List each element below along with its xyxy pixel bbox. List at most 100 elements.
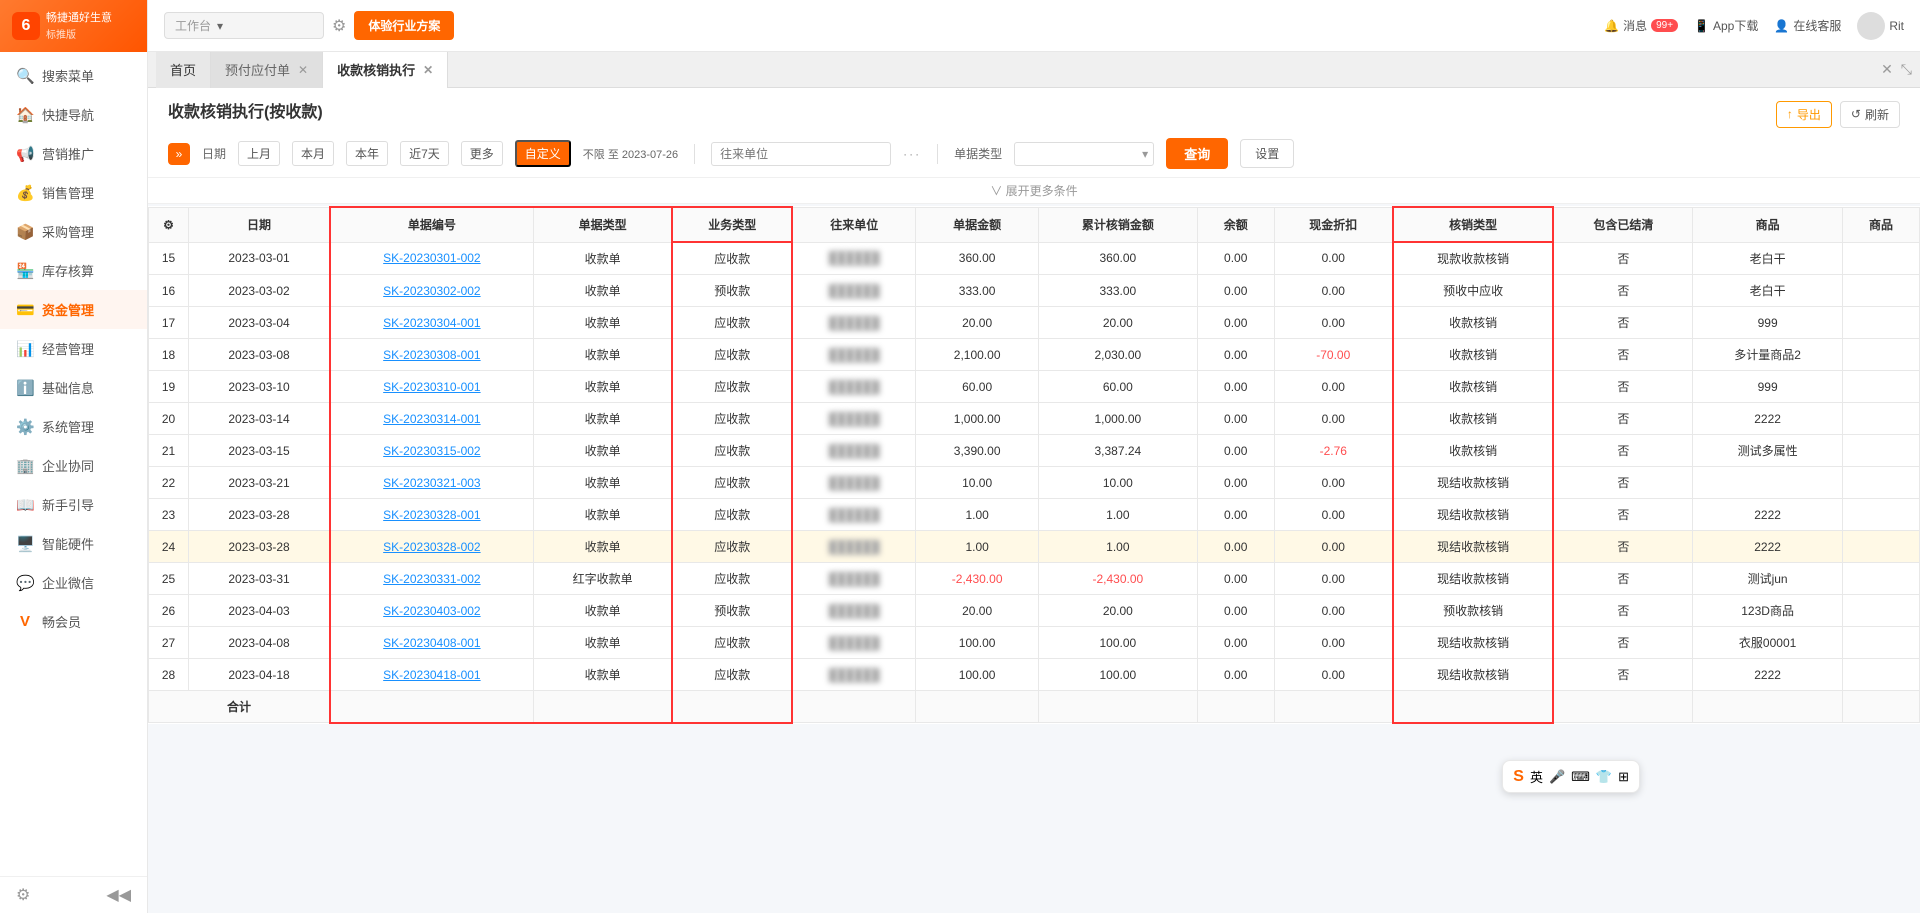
sidebar-item-purchase[interactable]: 📦 采购管理 [0,212,147,251]
cell-doc-no[interactable]: SK-20230328-002 [330,531,533,563]
sidebar-item-search[interactable]: 🔍 搜索菜单 [0,56,147,95]
cell-doc-no[interactable]: SK-20230310-001 [330,371,533,403]
settings-filter-button[interactable]: 设置 [1240,139,1294,168]
cell-no: 24 [149,531,189,563]
cell-doc-no[interactable]: SK-20230314-001 [330,403,533,435]
doc-no-link[interactable]: SK-20230315-002 [383,444,480,458]
cell-doc-no[interactable]: SK-20230304-001 [330,307,533,339]
cell-partner: ██████ [792,403,916,435]
doc-type-select[interactable] [1014,142,1154,166]
doc-no-link[interactable]: SK-20230408-001 [383,636,480,650]
sidebar-item-basic-info[interactable]: ℹ️ 基础信息 [0,368,147,407]
more-filters-dots[interactable]: ··· [903,147,921,161]
sidebar-item-label: 资金管理 [42,300,94,319]
cell-product1: 老白干 [1693,275,1843,307]
cell-discount: 0.00 [1274,275,1393,307]
doc-no-link[interactable]: SK-20230328-002 [383,540,480,554]
cell-doc-no[interactable]: SK-20230321-003 [330,467,533,499]
table-row: 25 2023-03-31 SK-20230331-002 红字收款单 应收款 … [149,563,1920,595]
sidebar-item-wechat[interactable]: 💬 企业微信 [0,563,147,602]
fullscreen-icon[interactable]: ⤡ [1901,61,1912,78]
doc-no-link[interactable]: SK-20230310-001 [383,380,480,394]
doc-no-link[interactable]: SK-20230314-001 [383,412,480,426]
watermark-keyboard-icon[interactable]: ⌨ [1571,769,1590,785]
cell-doc-no[interactable]: SK-20230418-001 [330,659,533,691]
doc-no-link[interactable]: SK-20230304-001 [383,316,480,330]
refresh-button[interactable]: ↺ 刷新 [1840,101,1900,128]
online-service-button[interactable]: 👤 在线客服 [1774,17,1841,34]
query-button[interactable]: 查询 [1166,138,1228,169]
doc-no-link[interactable]: SK-20230321-003 [383,476,480,490]
app-download-button[interactable]: 📱 App下载 [1694,17,1758,34]
close-all-icon[interactable]: ✕ [1881,61,1893,78]
gear-icon[interactable]: ⚙ [332,16,346,36]
data-table-container[interactable]: ⚙ 日期 单据编号 单据类型 业务类型 往来单位 单据金额 累计核销金额 余额 … [148,206,1920,913]
tab-close-prepay[interactable]: ✕ [298,63,308,77]
cell-biz-type: 应收款 [672,563,792,595]
col-settings[interactable]: ⚙ [149,207,189,242]
export-button[interactable]: ↑ 导出 [1776,101,1832,128]
messages-button[interactable]: 🔔 消息 99+ [1604,17,1678,34]
sidebar-item-finance[interactable]: 💳 资金管理 [0,290,147,329]
sidebar-item-system[interactable]: ⚙️ 系统管理 [0,407,147,446]
tab-home[interactable]: 首页 [156,52,211,88]
date-more-button[interactable]: 更多 [461,141,503,166]
date-last-month-button[interactable]: 上月 [238,141,280,166]
cell-doc-type: 红字收款单 [533,563,672,595]
sidebar-item-marketing[interactable]: 📢 营销推广 [0,134,147,173]
cell-doc-no[interactable]: SK-20230408-001 [330,627,533,659]
cell-doc-no[interactable]: SK-20230302-002 [330,275,533,307]
cell-amount: 360.00 [916,242,1039,275]
cell-doc-no[interactable]: SK-20230301-002 [330,242,533,275]
guide-icon: 📖 [16,496,34,514]
doc-no-link[interactable]: SK-20230328-001 [383,508,480,522]
tab-prepay[interactable]: 预付应付单 ✕ [211,52,323,88]
cell-discount: 0.00 [1274,627,1393,659]
cell-doc-no[interactable]: SK-20230308-001 [330,339,533,371]
doc-no-link[interactable]: SK-20230301-002 [383,251,480,265]
sidebar-item-inventory[interactable]: 🏪 库存核算 [0,251,147,290]
date-this-month-button[interactable]: 本月 [292,141,334,166]
tab-collection[interactable]: 收款核销执行 ✕ [323,52,448,88]
settings-icon[interactable]: ⚙ [16,885,30,905]
watermark-grid-icon[interactable]: ⊞ [1618,769,1629,785]
date-custom-button[interactable]: 自定义 [515,140,571,167]
filter-expand-button[interactable]: » [168,143,190,165]
user-info[interactable]: Rit [1857,12,1904,40]
collapse-icon[interactable]: ◀◀ [106,885,131,905]
date-this-year-button[interactable]: 本年 [346,141,388,166]
column-settings-icon: ⚙ [163,218,174,232]
footer-col-writeoff-type [1393,691,1554,723]
tab-close-collection[interactable]: ✕ [423,63,433,77]
filter-divider-1 [694,144,695,164]
cell-no: 26 [149,595,189,627]
cell-writeoff-type: 收款核销 [1393,403,1554,435]
date-last-7days-button[interactable]: 近7天 [400,141,449,166]
cell-doc-no[interactable]: SK-20230331-002 [330,563,533,595]
expand-more-conditions[interactable]: ∨ 展开更多条件 [148,178,1920,204]
logo-icon: 6 [12,12,40,40]
watermark-mic-icon[interactable]: 🎤 [1549,769,1565,785]
sidebar-item-guide[interactable]: 📖 新手引导 [0,485,147,524]
sidebar-item-operations[interactable]: 📊 经营管理 [0,329,147,368]
watermark-shirt-icon[interactable]: 👕 [1596,769,1612,785]
cell-doc-no[interactable]: SK-20230315-002 [330,435,533,467]
col-biz-type: 业务类型 [672,207,792,242]
table-row: 27 2023-04-08 SK-20230408-001 收款单 应收款 ██… [149,627,1920,659]
doc-no-link[interactable]: SK-20230302-002 [383,284,480,298]
sidebar-item-sales[interactable]: 💰 销售管理 [0,173,147,212]
cell-partner: ██████ [792,467,916,499]
doc-no-link[interactable]: SK-20230403-002 [383,604,480,618]
sidebar-item-member[interactable]: V 畅会员 [0,602,147,641]
counterpart-input[interactable] [711,142,891,166]
sidebar-item-enterprise[interactable]: 🏢 企业协同 [0,446,147,485]
doc-no-link[interactable]: SK-20230331-002 [383,572,480,586]
industry-solution-button[interactable]: 体验行业方案 [354,11,454,40]
cell-doc-no[interactable]: SK-20230328-001 [330,499,533,531]
sidebar-item-quick-nav[interactable]: 🏠 快捷导航 [0,95,147,134]
doc-no-link[interactable]: SK-20230308-001 [383,348,480,362]
sidebar-item-hardware[interactable]: 🖥️ 智能硬件 [0,524,147,563]
workspace-selector[interactable]: 工作台 ▾ [164,12,324,39]
cell-doc-no[interactable]: SK-20230403-002 [330,595,533,627]
doc-no-link[interactable]: SK-20230418-001 [383,668,480,682]
